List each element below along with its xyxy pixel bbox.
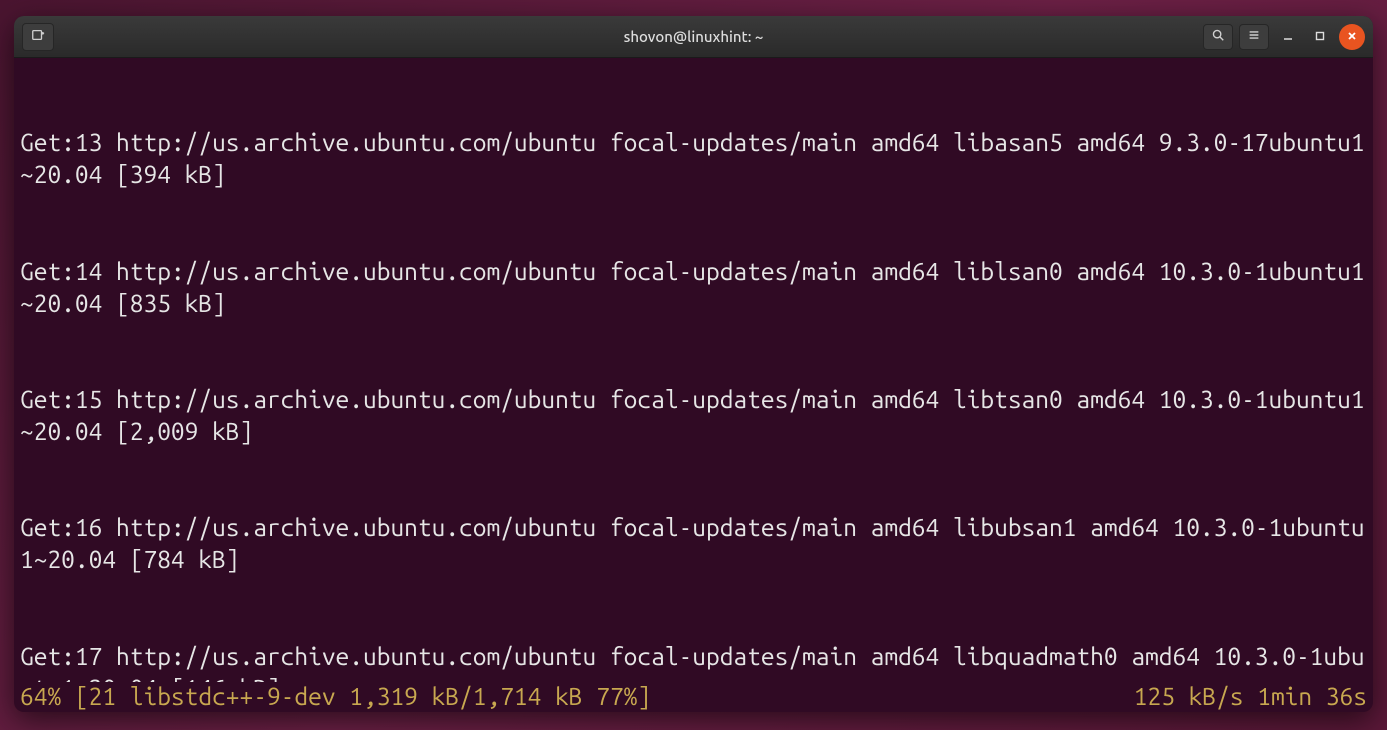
close-button[interactable] [1339, 24, 1365, 50]
progress-right: 125 kB/s 1min 36s [1134, 682, 1367, 710]
terminal-line: Get:17 http://us.archive.ubuntu.com/ubun… [20, 640, 1367, 682]
new-tab-button[interactable] [22, 23, 54, 51]
terminal-window: shovon@linuxhint: ~ [14, 16, 1373, 712]
maximize-button[interactable] [1307, 24, 1333, 50]
titlebar[interactable]: shovon@linuxhint: ~ [14, 16, 1373, 58]
search-button[interactable] [1203, 24, 1233, 50]
progress-left: 64% [21 libstdc++-9-dev 1,319 kB/1,714 k… [20, 682, 651, 710]
hamburger-menu-button[interactable] [1239, 24, 1269, 50]
maximize-icon [1314, 28, 1326, 46]
terminal-line: Get:13 http://us.archive.ubuntu.com/ubun… [20, 126, 1367, 190]
terminal-line: Get:15 http://us.archive.ubuntu.com/ubun… [20, 383, 1367, 447]
window-title: shovon@linuxhint: ~ [14, 28, 1373, 45]
apt-progress-line: 64% [21 libstdc++-9-dev 1,319 kB/1,714 k… [14, 682, 1373, 712]
hamburger-icon [1247, 28, 1261, 46]
terminal-output[interactable]: Get:13 http://us.archive.ubuntu.com/ubun… [14, 58, 1373, 682]
search-icon [1211, 28, 1225, 46]
minimize-icon [1282, 28, 1294, 46]
terminal-line: Get:16 http://us.archive.ubuntu.com/ubun… [20, 511, 1367, 575]
close-icon [1346, 28, 1358, 46]
terminal-line: Get:14 http://us.archive.ubuntu.com/ubun… [20, 255, 1367, 319]
new-tab-icon [31, 28, 45, 46]
minimize-button[interactable] [1275, 24, 1301, 50]
